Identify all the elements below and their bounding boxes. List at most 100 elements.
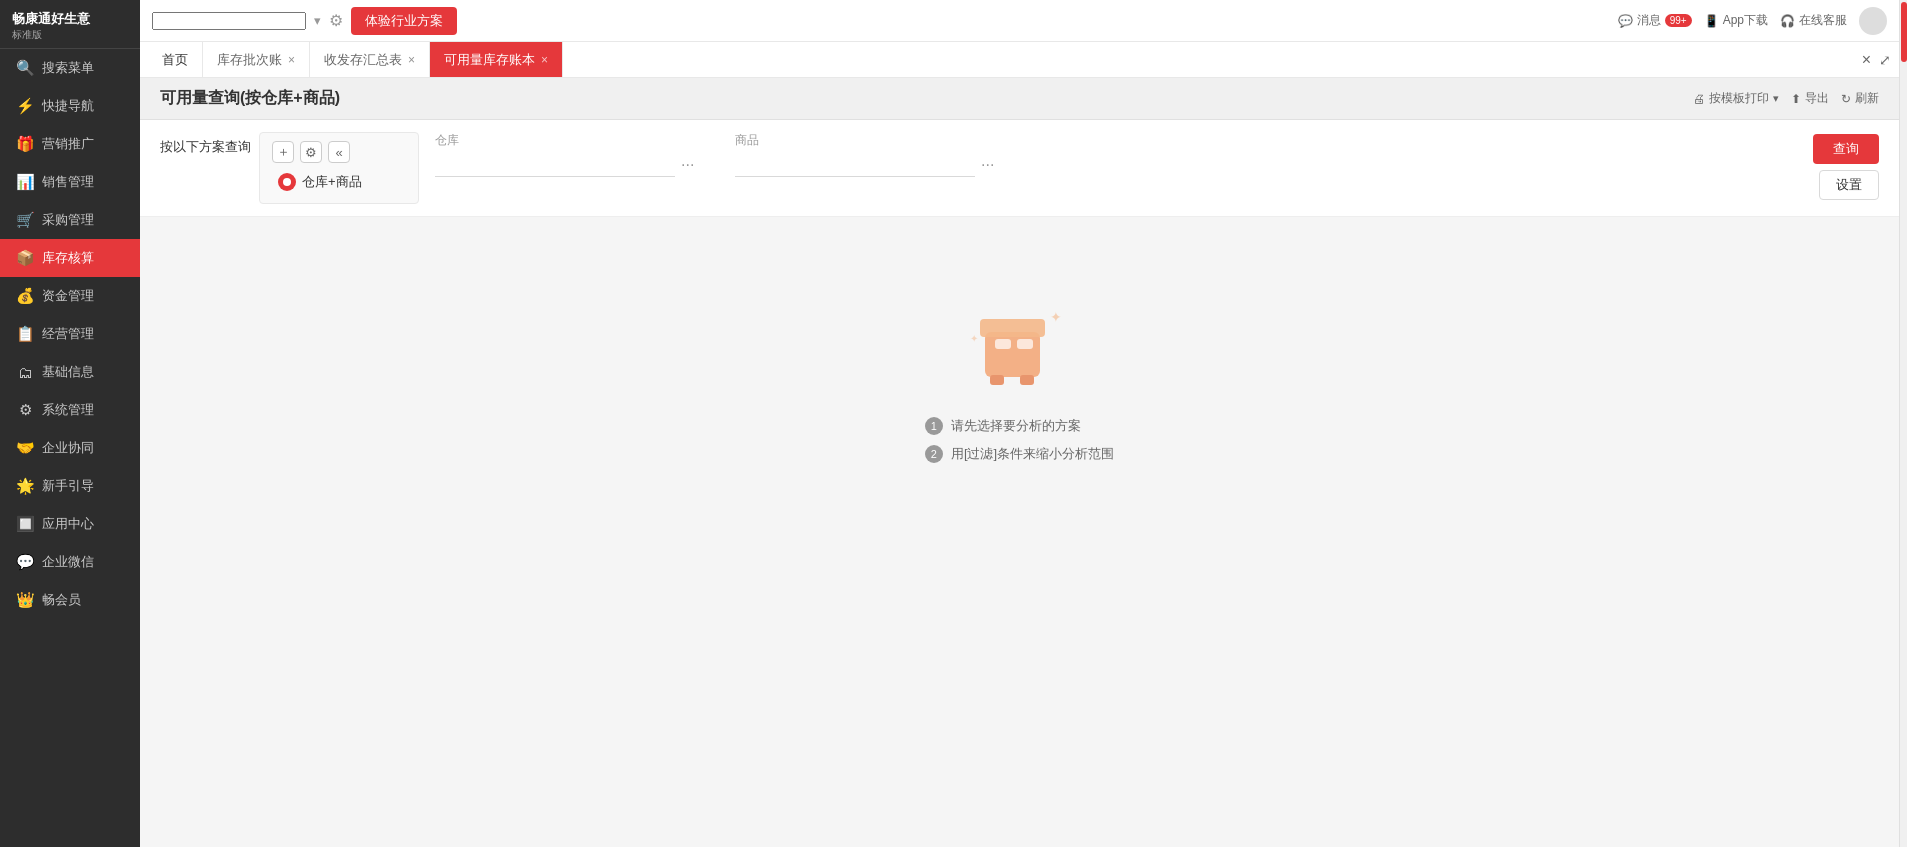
query-btn[interactable]: 查询 [1813,134,1879,164]
messages-label: 消息 [1637,12,1661,29]
tab-close-all-btn[interactable]: × [1862,51,1871,69]
refresh-label: 刷新 [1855,90,1879,107]
svg-point-0 [283,178,291,186]
enterprise-icon: 🤝 [16,439,34,457]
sales-icon: 📊 [16,173,34,191]
query-field-warehouse: 仓库 ··· [435,132,715,177]
member-icon: 👑 [16,591,34,609]
svg-rect-5 [990,375,1004,385]
goods-field-input: ··· [735,153,1015,177]
warehouse-dots-btn[interactable]: ··· [681,156,694,174]
add-scheme-btn[interactable]: ＋ [272,141,294,163]
tab-available-ledger-close[interactable]: × [541,53,548,67]
online-service-label: 在线客服 [1799,12,1847,29]
print-label: 按模板打印 [1709,90,1769,107]
empty-illustration: ✦ ✦ [960,297,1080,397]
scrollbar-thumb[interactable] [1901,2,1907,62]
tab-receipt-summary-label: 收发存汇总表 [324,51,402,69]
tab-batch-account-close[interactable]: × [288,53,295,67]
settings-btn[interactable]: 设置 [1819,170,1879,200]
sidebar-item-inventory[interactable]: 📦 库存核算 [0,239,140,277]
refresh-icon: ↻ [1841,92,1851,106]
phone-icon: 📱 [1704,14,1719,28]
online-service-btn[interactable]: 🎧 在线客服 [1780,12,1847,29]
sidebar-label-newbie: 新手引导 [42,477,94,495]
sidebar-item-wechat[interactable]: 💬 企业微信 [0,543,140,581]
app-name: 畅康通好生意 [12,10,128,28]
sidebar-item-member[interactable]: 👑 畅会员 [0,581,140,619]
scheme-icon [278,173,296,191]
industry-btn[interactable]: 体验行业方案 [351,7,457,35]
sidebar-label-inventory: 库存核算 [42,249,94,267]
app-download-btn[interactable]: 📱 App下载 [1704,12,1768,29]
shortcut-icon: ⚡ [16,97,34,115]
empty-visual: ✦ ✦ [960,297,1080,397]
export-btn[interactable]: ⬆ 导出 [1791,90,1829,107]
svg-rect-3 [995,339,1011,349]
empty-hint-1: 1 请先选择要分析的方案 [925,417,1114,435]
query-field-goods: 商品 ··· [735,132,1015,177]
tabs-end: × ⤢ [1854,42,1899,77]
user-avatar[interactable] [1859,7,1887,35]
warehouse-field-label: 仓库 [435,132,715,149]
sidebar-item-shortcut[interactable]: ⚡ 快捷导航 [0,87,140,125]
tab-available-ledger[interactable]: 可用量库存账本 × [430,42,563,77]
sidebar-item-operations[interactable]: 📋 经营管理 [0,315,140,353]
inventory-icon: 📦 [16,249,34,267]
search-icon: 🔍 [16,59,34,77]
tab-home[interactable]: 首页 [148,42,203,77]
goods-dots-btn[interactable]: ··· [981,156,994,174]
sidebar-scroll: 🔍 搜索菜单 ⚡ 快捷导航 🎁 营销推广 📊 销售管理 🛒 采购管理 📦 库存核… [0,49,140,847]
settings-icon[interactable]: ⚙ [329,11,343,30]
appstore-icon: 🔲 [16,515,34,533]
collapse-btn[interactable]: « [328,141,350,163]
print-dropdown-icon[interactable]: ▾ [1773,92,1779,105]
sidebar-item-appstore[interactable]: 🔲 应用中心 [0,505,140,543]
sidebar-item-sales[interactable]: 📊 销售管理 [0,163,140,201]
sidebar-item-marketing[interactable]: 🎁 营销推广 [0,125,140,163]
warehouse-input[interactable] [435,153,675,177]
query-left: 按以下方案查询 ＋ ⚙ « 仓库+商品 [160,132,419,204]
topbar: ▾ ⚙ 体验行业方案 💬 消息 99+ 📱 App下载 🎧 在线客服 [140,0,1899,42]
tabs-bar: 首页 库存批次账 × 收发存汇总表 × 可用量库存账本 × × ⤢ [140,42,1899,78]
scheme-settings-btn[interactable]: ⚙ [300,141,322,163]
sidebar-label-purchase: 采购管理 [42,211,94,229]
main-content: ▾ ⚙ 体验行业方案 💬 消息 99+ 📱 App下载 🎧 在线客服 首页 [140,0,1899,847]
tab-batch-account-label: 库存批次账 [217,51,282,69]
messages-badge: 99+ [1665,14,1692,27]
topbar-actions: 💬 消息 99+ 📱 App下载 🎧 在线客服 [1618,7,1887,35]
sidebar-item-purchase[interactable]: 🛒 采购管理 [0,201,140,239]
sidebar-label-sales: 销售管理 [42,173,94,191]
basic-icon: 🗂 [16,363,34,381]
messages-btn[interactable]: 💬 消息 99+ [1618,12,1692,29]
tab-receipt-summary[interactable]: 收发存汇总表 × [310,42,430,77]
print-btn[interactable]: 🖨 按模板打印 ▾ [1693,90,1779,107]
operations-icon: 📋 [16,325,34,343]
svg-rect-1 [985,332,1040,377]
sidebar-label-finance: 资金管理 [42,287,94,305]
sidebar-item-newbie[interactable]: 🌟 新手引导 [0,467,140,505]
sidebar: 畅康通好生意 标准版 🔍 搜索菜单 ⚡ 快捷导航 🎁 营销推广 📊 销售管理 🛒… [0,0,140,847]
tab-batch-account[interactable]: 库存批次账 × [203,42,310,77]
sidebar-label-search: 搜索菜单 [42,59,94,77]
page-header: 可用量查询(按仓库+商品) 🖨 按模板打印 ▾ ⬆ 导出 ↻ 刷新 [140,78,1899,120]
sidebar-label-appstore: 应用中心 [42,515,94,533]
query-filter-panel: ＋ ⚙ « 仓库+商品 [259,132,419,204]
sidebar-item-enterprise[interactable]: 🤝 企业协同 [0,429,140,467]
app-version: 标准版 [12,28,128,42]
tab-expand-btn[interactable]: ⤢ [1879,52,1891,68]
breadcrumb-input[interactable] [152,12,306,30]
headset-icon: 🎧 [1780,14,1795,28]
scheme-item-warehouse-goods[interactable]: 仓库+商品 [272,169,406,195]
svg-rect-4 [1017,339,1033,349]
sidebar-item-basic[interactable]: 🗂 基础信息 [0,353,140,391]
refresh-btn[interactable]: ↻ 刷新 [1841,90,1879,107]
sidebar-item-system[interactable]: ⚙ 系统管理 [0,391,140,429]
sidebar-label-member: 畅会员 [42,591,81,609]
goods-input[interactable] [735,153,975,177]
sidebar-item-finance[interactable]: 💰 资金管理 [0,277,140,315]
hint-text-1: 请先选择要分析的方案 [951,417,1081,435]
sidebar-item-search[interactable]: 🔍 搜索菜单 [0,49,140,87]
dropdown-icon[interactable]: ▾ [314,13,321,28]
tab-receipt-summary-close[interactable]: × [408,53,415,67]
